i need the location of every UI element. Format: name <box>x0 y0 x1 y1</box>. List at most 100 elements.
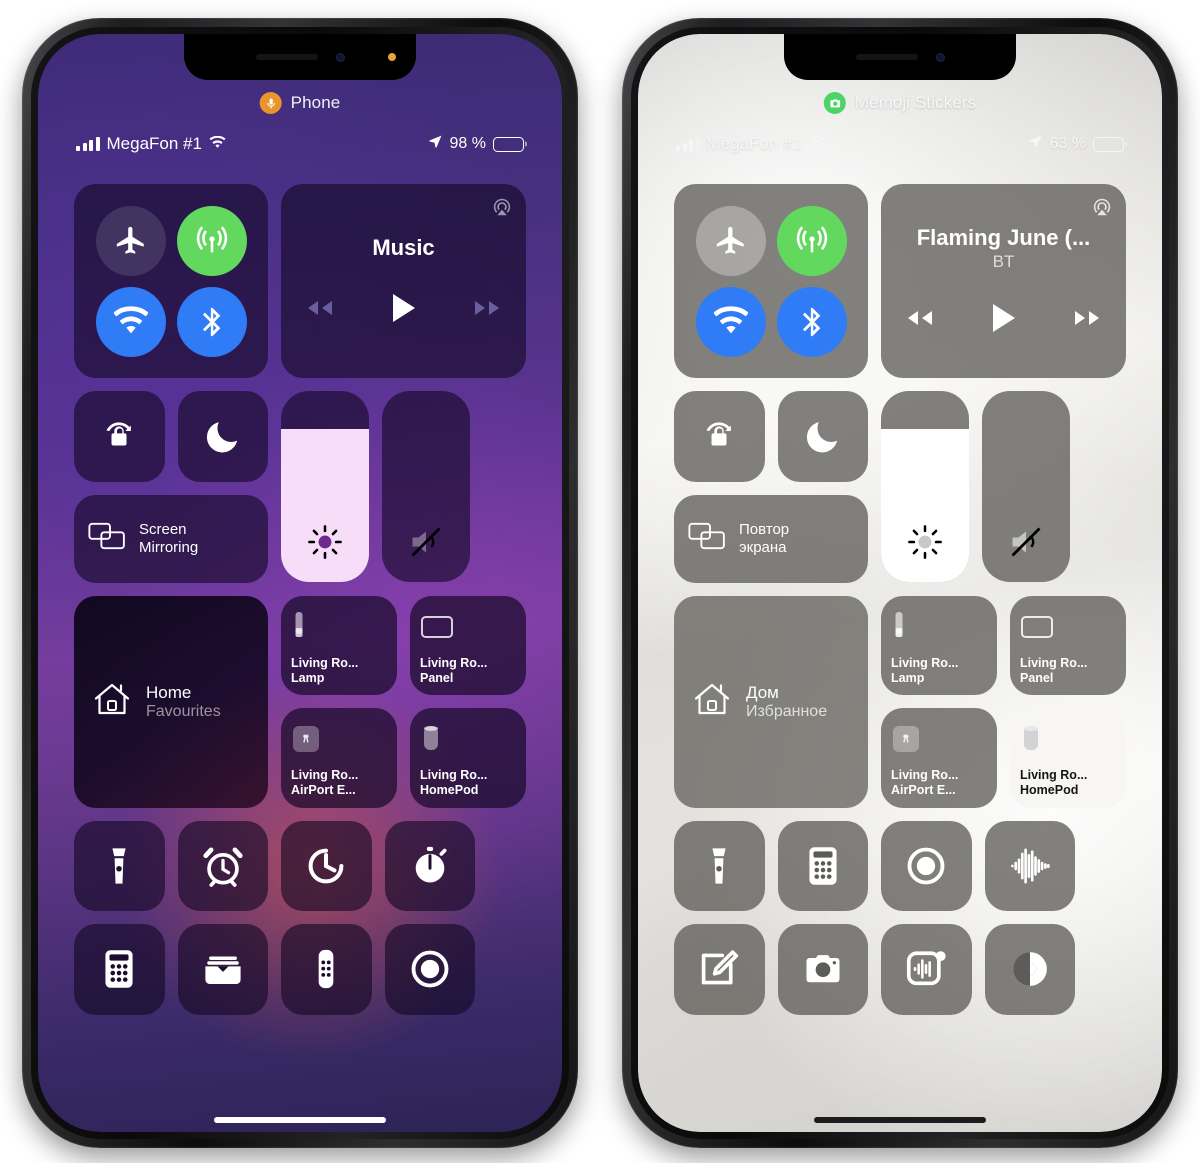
accessory-label: Living Ro... HomePod <box>420 768 488 798</box>
volume-slider[interactable] <box>982 391 1070 582</box>
screen-mirroring-button[interactable]: Повтор экрана <box>674 494 868 583</box>
flashlight-button[interactable] <box>674 820 765 911</box>
previous-track-button[interactable] <box>305 298 335 323</box>
connectivity-module[interactable] <box>74 184 268 378</box>
accessory-tile-panel[interactable]: Living Ro... Panel <box>410 595 526 695</box>
connectivity-module[interactable] <box>674 184 868 378</box>
microphone-icon <box>259 92 282 114</box>
home-indicator[interactable] <box>814 1117 986 1123</box>
airplay-icon[interactable] <box>491 196 513 218</box>
row-shortcuts-2 <box>674 924 1126 1015</box>
screen-mirroring-button[interactable]: Screen Mirroring <box>74 494 268 583</box>
homepod-icon <box>420 719 516 759</box>
accessory-tile-lamp[interactable]: Living Ro... Lamp <box>281 595 397 695</box>
microphone-privacy-indicator <box>388 53 396 61</box>
now-playing-module[interactable]: Music <box>281 184 526 378</box>
notes-button[interactable] <box>674 924 765 1015</box>
calculator-button[interactable] <box>777 820 868 911</box>
media-controls <box>895 302 1112 339</box>
wifi-toggle[interactable] <box>95 286 166 357</box>
phone-frame-left: Phone MegaFon #1 98 % Music Screen Mirro… <box>22 18 578 1148</box>
cellular-data-toggle[interactable] <box>776 205 847 276</box>
next-track-button[interactable] <box>1072 308 1102 333</box>
wallet-button[interactable] <box>177 924 268 1015</box>
location-arrow-icon <box>428 134 443 154</box>
accessory-tile-airport[interactable]: Living Ro... AirPort E... <box>281 708 397 808</box>
bezel-right: Memoji Stickers MegaFon #1 63 % Flaming … <box>638 34 1162 1132</box>
accessory-tile-lamp[interactable]: Living Ro... Lamp <box>881 595 997 695</box>
battery-percent-label: 63 % <box>1049 135 1086 152</box>
voice-memos-button[interactable] <box>984 820 1075 911</box>
timer-button[interactable] <box>281 820 372 911</box>
wifi-toggle[interactable] <box>695 286 766 357</box>
sound-recognition-button[interactable] <box>881 924 972 1015</box>
accessory-label: Living Ro... AirPort E... <box>891 768 959 798</box>
cellular-data-toggle[interactable] <box>176 205 247 276</box>
now-playing-module[interactable]: Flaming June (... BT <box>881 184 1126 378</box>
bluetooth-toggle[interactable] <box>176 286 247 357</box>
rotation-lock-toggle[interactable] <box>674 391 765 482</box>
camera-icon <box>823 92 846 114</box>
do-not-disturb-toggle[interactable] <box>177 391 268 482</box>
home-favourites-card[interactable]: Дом Избранное <box>674 595 868 808</box>
screen-mirroring-label: Повтор экрана <box>739 520 790 556</box>
dual-phone-comparison: Phone MegaFon #1 98 % Music Screen Mirro… <box>0 0 1200 1163</box>
airport-icon <box>291 719 387 759</box>
calculator-button[interactable] <box>74 924 165 1015</box>
battery-icon <box>1093 136 1124 152</box>
airport-icon <box>891 719 987 759</box>
alarm-button[interactable] <box>177 820 268 911</box>
brightness-slider[interactable] <box>881 391 969 582</box>
stopwatch-button[interactable] <box>384 820 475 911</box>
home-favourites-card[interactable]: Home Favourites <box>74 595 268 808</box>
volume-slider[interactable] <box>382 391 470 582</box>
screen-mirroring-icon <box>88 521 126 556</box>
accessory-tile-airport[interactable]: Living Ro... AirPort E... <box>881 708 997 808</box>
cellular-signal-icon <box>676 136 700 151</box>
active-app-label: Phone <box>290 93 341 112</box>
volume-muted-icon <box>1008 524 1044 560</box>
flashlight-button[interactable] <box>74 820 165 911</box>
airplay-icon[interactable] <box>1091 196 1113 218</box>
screen-record-button[interactable] <box>881 820 972 911</box>
phone-left: Phone MegaFon #1 98 % Music Screen Mirro… <box>0 0 600 1163</box>
phone-frame-right: Memoji Stickers MegaFon #1 63 % Flaming … <box>622 18 1178 1148</box>
apple-tv-remote-button[interactable] <box>281 924 372 1015</box>
dark-mode-button[interactable] <box>984 924 1075 1015</box>
cellular-signal-icon <box>76 136 100 151</box>
screen-record-button[interactable] <box>384 924 475 1015</box>
home-subtitle: Favourites <box>146 702 221 720</box>
accessory-label: Living Ro... AirPort E... <box>291 768 359 798</box>
screen-mirroring-label: Screen Mirroring <box>139 520 199 556</box>
active-app-banner[interactable]: Memoji Stickers <box>823 92 976 114</box>
airplane-mode-toggle[interactable] <box>695 205 766 276</box>
next-track-button[interactable] <box>472 298 502 323</box>
control-grid-left: Music Screen Mirroring Home Favourites L… <box>74 184 526 1028</box>
notch-right <box>784 34 1016 80</box>
play-button[interactable] <box>390 292 418 329</box>
brightness-icon <box>307 524 343 560</box>
play-button[interactable] <box>990 302 1018 339</box>
rotation-lock-toggle[interactable] <box>74 391 165 482</box>
accessory-tile-panel[interactable]: Living Ro... Panel <box>1010 595 1126 695</box>
front-camera-icon <box>935 52 945 62</box>
homepod-icon <box>1020 719 1116 759</box>
camera-button[interactable] <box>777 924 868 1015</box>
accessory-tile-homepod[interactable]: Living Ro... HomePod <box>410 708 526 808</box>
home-accessories-grid: Living Ro... Lamp Living Ro... Panel Liv… <box>881 595 1126 808</box>
bluetooth-toggle[interactable] <box>776 286 847 357</box>
accessory-tile-homepod[interactable]: Living Ro... HomePod <box>1010 708 1126 808</box>
lamp-icon <box>291 607 387 647</box>
media-controls <box>295 292 512 329</box>
accessory-label: Living Ro... Panel <box>420 655 488 685</box>
home-indicator[interactable] <box>214 1117 386 1123</box>
screen-right: Memoji Stickers MegaFon #1 63 % Flaming … <box>638 34 1162 1132</box>
airplane-mode-toggle[interactable] <box>95 205 166 276</box>
brightness-slider[interactable] <box>281 391 369 582</box>
active-app-banner[interactable]: Phone <box>259 92 341 114</box>
previous-track-button[interactable] <box>905 308 935 333</box>
do-not-disturb-toggle[interactable] <box>777 391 868 482</box>
home-card-text: Дом Избранное <box>746 683 827 721</box>
screen-mirroring-icon <box>688 521 726 556</box>
volume-muted-icon <box>408 524 444 560</box>
